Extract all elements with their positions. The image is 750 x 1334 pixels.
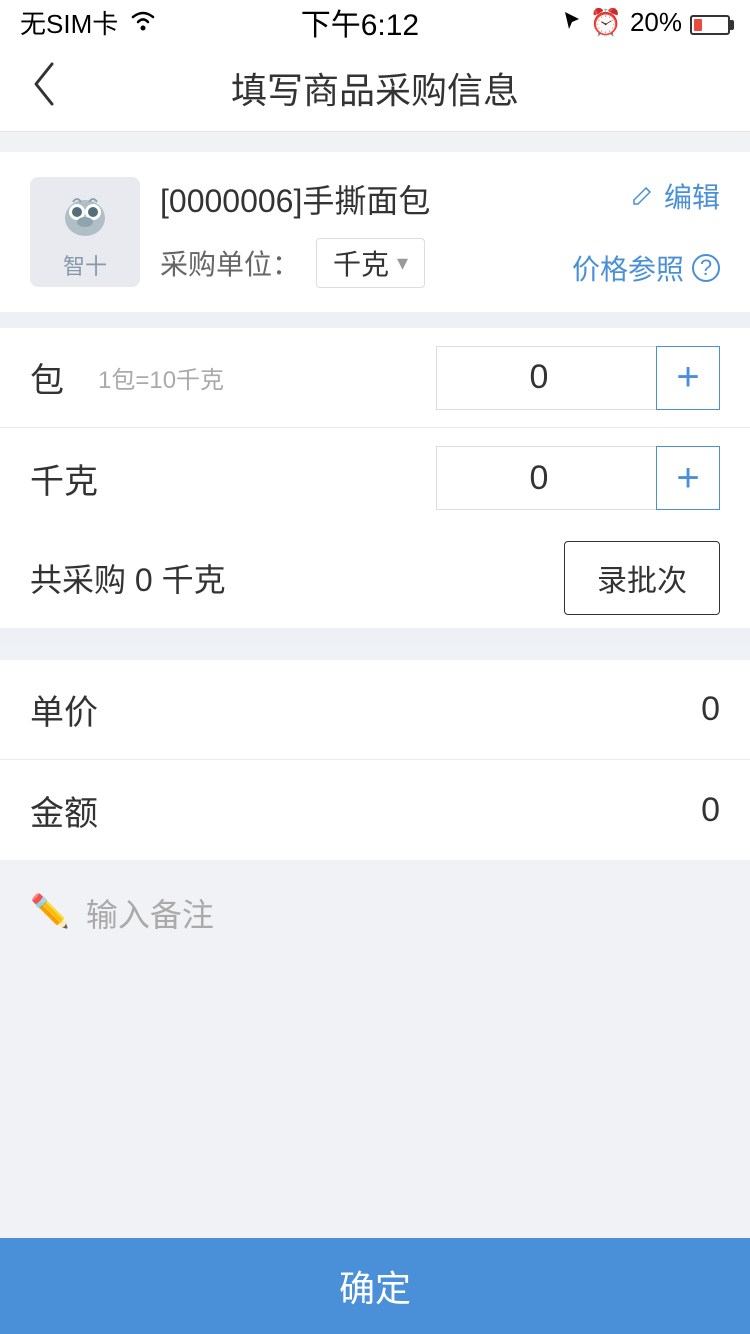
battery-percent: 20%	[630, 7, 682, 38]
blank-area	[0, 966, 750, 1266]
kg-input-right: +	[436, 446, 720, 510]
bag-sublabel: 1包=10千克	[98, 360, 224, 395]
unit-select-button[interactable]: 千克 ▾	[316, 238, 425, 288]
carrier-label: 无SIM卡	[20, 4, 118, 41]
confirm-button-label: 确定	[339, 1260, 411, 1312]
section-divider-2	[0, 628, 750, 644]
notes-placeholder: 输入备注	[86, 890, 214, 936]
bag-quantity-row: 包 1包=10千克 +	[0, 328, 750, 428]
amount-value: 0	[701, 791, 720, 830]
edit-button[interactable]: 编辑	[630, 176, 720, 216]
unit-price-row: 单价 0	[0, 660, 750, 760]
confirm-button[interactable]: 确定	[0, 1238, 750, 1334]
status-time: 下午6:12	[301, 0, 419, 44]
amount-label: 金额	[30, 786, 98, 835]
pencil-icon: ✏️	[30, 892, 70, 930]
dropdown-arrow-icon: ▾	[397, 250, 408, 276]
battery-icon	[690, 7, 730, 38]
bag-label: 包	[30, 353, 90, 402]
wifi-icon	[128, 7, 158, 38]
bag-quantity-input[interactable]	[436, 346, 656, 410]
kg-quantity-row: 千克 +	[0, 428, 750, 528]
bag-plus-button[interactable]: +	[656, 346, 720, 410]
unit-select-value: 千克	[333, 243, 389, 283]
price-ref-icon: ?	[692, 254, 720, 282]
quantity-input-section: 包 1包=10千克 + 千克 +	[0, 328, 750, 528]
logo-owl-icon	[55, 184, 115, 255]
back-button[interactable]	[30, 60, 58, 115]
unit-price-label: 单价	[30, 685, 98, 734]
price-ref-button[interactable]: 价格参照 ?	[572, 248, 720, 288]
unit-price-value: 0	[701, 690, 720, 729]
record-batch-button[interactable]: 录批次	[564, 541, 720, 615]
status-bar: 无SIM卡 下午6:12 ⏰ 20%	[0, 0, 750, 44]
summary-row: 共采购 0 千克 录批次	[0, 528, 750, 628]
summary-text: 共采购 0 千克	[30, 555, 226, 601]
section-divider-1	[0, 312, 750, 328]
price-info-section: 单价 0 金额 0	[0, 660, 750, 860]
unit-prefix-label: 采购单位：	[160, 243, 300, 283]
kg-plus-button[interactable]: +	[656, 446, 720, 510]
status-left: 无SIM卡	[20, 4, 158, 41]
kg-label: 千克	[30, 454, 98, 503]
price-ref-label: 价格参照	[572, 248, 684, 288]
product-card: 智十 [0000006]手撕面包 采购单位： 千克 ▾ 编辑 价格参照 ?	[0, 152, 750, 312]
location-icon	[562, 7, 582, 38]
product-logo: 智十	[30, 177, 140, 287]
edit-label: 编辑	[664, 176, 720, 216]
nav-bar: 填写商品采购信息	[0, 44, 750, 132]
alarm-icon: ⏰	[590, 7, 622, 38]
page-title: 填写商品采购信息	[231, 62, 519, 114]
logo-text: 智十	[63, 249, 107, 281]
amount-row: 金额 0	[0, 760, 750, 860]
notes-section[interactable]: ✏️ 输入备注	[0, 860, 750, 966]
status-right: ⏰ 20%	[562, 7, 730, 38]
kg-quantity-input[interactable]	[436, 446, 656, 510]
bag-input-right: +	[436, 346, 720, 410]
